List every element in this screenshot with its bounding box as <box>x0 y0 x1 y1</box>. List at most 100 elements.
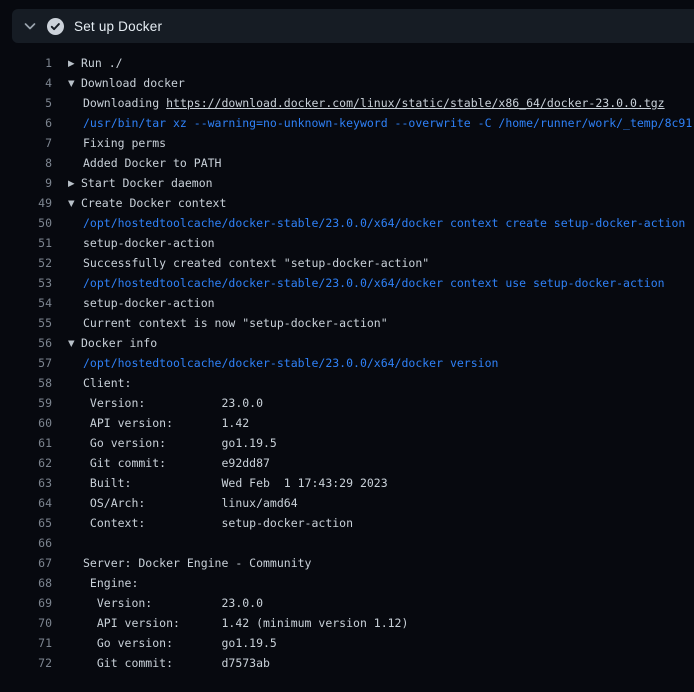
group-title[interactable]: Download docker <box>81 76 185 90</box>
step-header[interactable]: Set up Docker <box>12 9 694 43</box>
log-line: 61 Go version: go1.19.5 <box>0 433 694 453</box>
log-line: 65 Context: setup-docker-action <box>0 513 694 533</box>
line-text: Go version: go1.19.5 <box>68 633 277 653</box>
line-number[interactable]: 67 <box>0 553 52 573</box>
log-line: 68 Engine: <box>0 573 694 593</box>
line-number[interactable]: 68 <box>0 573 52 593</box>
line-number[interactable]: 50 <box>0 213 52 233</box>
line-number[interactable]: 70 <box>0 613 52 633</box>
line-text: Downloading <box>83 96 166 110</box>
log-area: 1▶Run ./4▼Download docker5Downloading ht… <box>0 43 694 673</box>
log-link[interactable]: https://download.docker.com/linux/static… <box>166 96 665 110</box>
line-number[interactable]: 65 <box>0 513 52 533</box>
log-line: 52 Successfully created context "setup-do… <box>0 253 694 273</box>
line-number[interactable]: 49 <box>0 193 52 213</box>
group-title[interactable]: Run ./ <box>81 56 123 70</box>
line-number[interactable]: 56 <box>0 333 52 353</box>
line-text: setup-docker-action <box>68 233 215 253</box>
log-line: 63 Built: Wed Feb 1 17:43:29 2023 <box>0 473 694 493</box>
log-line[interactable]: 4 ▼Download docker <box>0 73 694 93</box>
log-line[interactable]: 9 ▶Start Docker daemon <box>0 173 694 193</box>
line-number[interactable]: 54 <box>0 293 52 313</box>
line-number[interactable]: 9 <box>0 173 52 193</box>
log-line: 5 Downloading https://download.docker.com… <box>0 93 694 113</box>
line-number[interactable]: 57 <box>0 353 52 373</box>
line-number[interactable]: 53 <box>0 273 52 293</box>
group-collapsed-icon[interactable]: ▶ <box>68 174 81 194</box>
line-number[interactable]: 7 <box>0 133 52 153</box>
line-text: Built: Wed Feb 1 17:43:29 2023 <box>68 473 388 493</box>
group-row-content: ▶Start Docker daemon <box>68 173 213 194</box>
group-title[interactable]: Create Docker context <box>81 196 226 210</box>
line-text: Successfully created context "setup-dock… <box>68 253 429 273</box>
log-line: 64 OS/Arch: linux/amd64 <box>0 493 694 513</box>
log-line: 62 Git commit: e92dd87 <box>0 453 694 473</box>
group-expanded-icon[interactable]: ▼ <box>68 334 81 354</box>
line-number[interactable]: 1 <box>0 53 52 73</box>
group-title[interactable]: Docker info <box>81 336 157 350</box>
line-text: Added Docker to PATH <box>68 153 221 173</box>
command-text: /opt/hostedtoolcache/docker-stable/23.0.… <box>68 353 498 373</box>
line-text: Current context is now "setup-docker-act… <box>68 313 388 333</box>
line-text: Client: <box>68 373 131 393</box>
line-number[interactable]: 60 <box>0 413 52 433</box>
line-number[interactable]: 63 <box>0 473 52 493</box>
log-line: 59 Version: 23.0.0 <box>0 393 694 413</box>
log-line: 70 API version: 1.42 (minimum version 1.… <box>0 613 694 633</box>
line-number[interactable]: 71 <box>0 633 52 653</box>
line-number[interactable]: 4 <box>0 73 52 93</box>
group-expanded-icon[interactable]: ▼ <box>68 194 81 214</box>
line-number[interactable]: 66 <box>0 533 52 553</box>
log-line: 8 Added Docker to PATH <box>0 153 694 173</box>
group-row-content: ▶Run ./ <box>68 53 123 74</box>
log-line: 60 API version: 1.42 <box>0 413 694 433</box>
line-number[interactable]: 55 <box>0 313 52 333</box>
log-line: 53/opt/hostedtoolcache/docker-stable/23.… <box>0 273 694 293</box>
line-number[interactable]: 58 <box>0 373 52 393</box>
log-line[interactable]: 56 ▼Docker info <box>0 333 694 353</box>
line-text: Fixing perms <box>68 133 166 153</box>
check-circle-icon <box>47 18 64 35</box>
line-number[interactable]: 52 <box>0 253 52 273</box>
line-text: Engine: <box>68 573 138 593</box>
line-number[interactable]: 62 <box>0 453 52 473</box>
group-row-content: ▼Docker info <box>68 333 157 354</box>
log-line: 71 Go version: go1.19.5 <box>0 633 694 653</box>
log-line: 72 Git commit: d7573ab <box>0 653 694 673</box>
group-row-content: ▼Download docker <box>68 73 185 94</box>
chevron-down-icon[interactable] <box>22 18 38 34</box>
line-text: Version: 23.0.0 <box>68 393 263 413</box>
command-text: /opt/hostedtoolcache/docker-stable/23.0.… <box>68 273 665 293</box>
line-number[interactable]: 72 <box>0 653 52 673</box>
group-collapsed-icon[interactable]: ▶ <box>68 54 81 74</box>
group-title[interactable]: Start Docker daemon <box>81 176 213 190</box>
line-text: API version: 1.42 <box>68 413 249 433</box>
log-line[interactable]: 49 ▼Create Docker context <box>0 193 694 213</box>
command-text: /opt/hostedtoolcache/docker-stable/23.0.… <box>68 213 685 233</box>
line-text: Downloading https://download.docker.com/… <box>68 93 665 113</box>
line-number[interactable]: 8 <box>0 153 52 173</box>
log-line: 69 Version: 23.0.0 <box>0 593 694 613</box>
line-text: Git commit: e92dd87 <box>68 453 270 473</box>
line-number[interactable]: 61 <box>0 433 52 453</box>
log-line: 58 Client: <box>0 373 694 393</box>
log-line: 54 setup-docker-action <box>0 293 694 313</box>
command-text: /usr/bin/tar xz --warning=no-unknown-key… <box>68 113 692 133</box>
line-number[interactable]: 69 <box>0 593 52 613</box>
line-number[interactable]: 5 <box>0 93 52 113</box>
log-line: 66 <box>0 533 694 553</box>
line-text: setup-docker-action <box>68 293 215 313</box>
log-line: 57/opt/hostedtoolcache/docker-stable/23.… <box>0 353 694 373</box>
line-number[interactable]: 51 <box>0 233 52 253</box>
line-number[interactable]: 64 <box>0 493 52 513</box>
log-line: 67 Server: Docker Engine - Community <box>0 553 694 573</box>
log-line[interactable]: 1 ▶Run ./ <box>0 53 694 73</box>
group-row-content: ▼Create Docker context <box>68 193 226 214</box>
line-text: Git commit: d7573ab <box>68 653 270 673</box>
log-line: 50/opt/hostedtoolcache/docker-stable/23.… <box>0 213 694 233</box>
line-text: Server: Docker Engine - Community <box>68 553 311 573</box>
group-expanded-icon[interactable]: ▼ <box>68 74 81 94</box>
line-number[interactable]: 59 <box>0 393 52 413</box>
line-number[interactable]: 6 <box>0 113 52 133</box>
step-title: Set up Docker <box>74 19 162 34</box>
